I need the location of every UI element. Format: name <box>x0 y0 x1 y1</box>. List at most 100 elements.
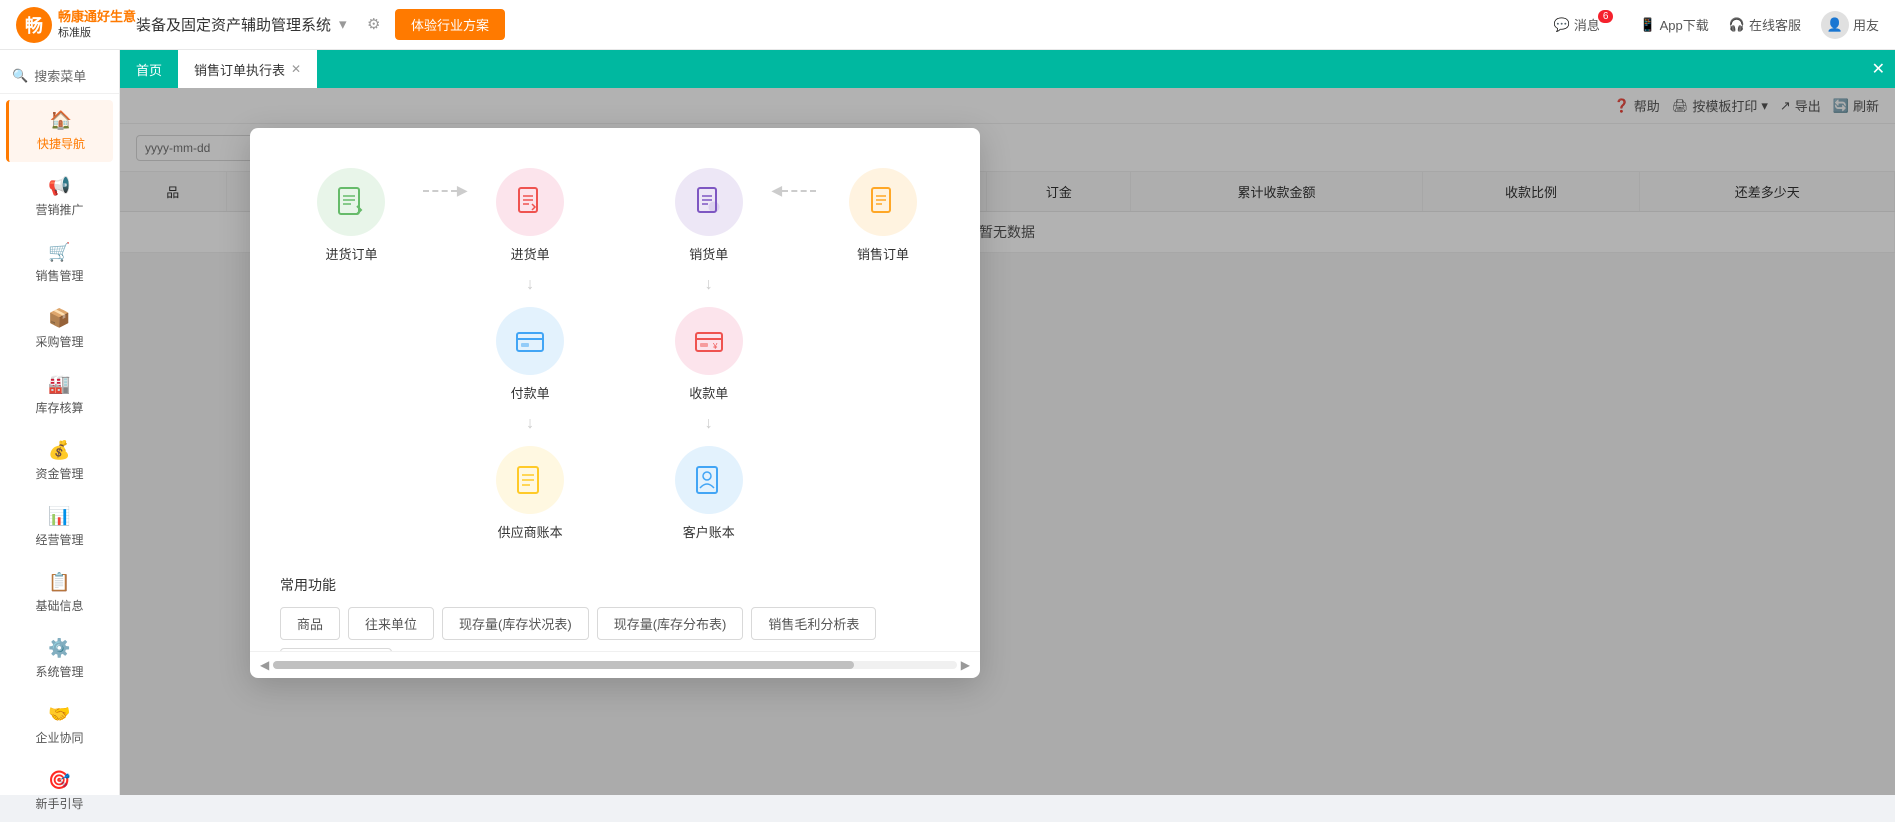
search-menu[interactable]: 🔍 搜索菜单 <box>0 58 119 94</box>
sidebar-item-label: 库存核算 <box>35 399 83 416</box>
sidebar-item-inventory[interactable]: 🏭 库存核算 <box>6 364 113 426</box>
tab-bar: 首页 销售订单执行表 ✕ ✕ <box>120 50 1895 88</box>
flow-node-purchase-bill[interactable]: 进货单 <box>496 168 564 263</box>
sidebar-item-label: 快捷导航 <box>37 135 85 152</box>
overlay: 进货订单 ▶ <box>120 88 1895 795</box>
purchase-icon: 📦 <box>48 308 70 329</box>
sidebar-item-label: 新手引导 <box>35 795 83 812</box>
flow-node-payment[interactable]: 付款单 <box>496 307 564 402</box>
arrow-purchase-order-to-purchase-bill: ▶ <box>423 182 468 199</box>
sidebar-item-label: 营销推广 <box>35 201 83 218</box>
popup-content: 进货订单 ▶ <box>250 128 980 651</box>
sidebar-item-basic[interactable]: 📋 基础信息 <box>6 562 113 624</box>
online-service-button[interactable]: 🎧 在线客服 <box>1729 15 1801 34</box>
tab-close-icon[interactable]: ✕ <box>291 62 301 76</box>
marketing-icon: 📢 <box>48 176 70 197</box>
flow-col-4: 销售订单 <box>816 158 950 273</box>
customer-ledger-circle <box>675 446 743 514</box>
common-functions-title: 常用功能 <box>280 575 950 595</box>
tab-home[interactable]: 首页 <box>120 50 178 88</box>
flow-node-supplier-ledger[interactable]: 供应商账本 <box>496 446 564 541</box>
sidebar-item-purchase[interactable]: 📦 采购管理 <box>6 298 113 360</box>
func-btn-product[interactable]: 商品 <box>280 607 340 640</box>
home-icon: 🏠 <box>50 110 72 131</box>
experience-button[interactable]: 体验行业方案 <box>395 9 505 40</box>
dropdown-icon[interactable]: ▾ <box>339 15 359 35</box>
logo-area: 畅 畅康通好生意 标准版 <box>16 7 136 43</box>
tab-sales-order[interactable]: 销售订单执行表 ✕ <box>178 50 317 88</box>
arrow-down-3: ↓ <box>705 277 713 293</box>
logo-icon: 畅 <box>16 7 52 43</box>
sidebar-item-label: 基础信息 <box>35 597 83 614</box>
app-download-button[interactable]: 📱 App下载 <box>1639 15 1708 34</box>
avatar: 👤 <box>1821 11 1849 39</box>
sidebar-item-operations[interactable]: 📊 经营管理 <box>6 496 113 558</box>
content-area: 首页 销售订单执行表 ✕ ✕ ❓ 帮助 🖨 按模板打印 ▾ <box>120 50 1895 795</box>
func-btn-sales-analysis[interactable]: 销售毛利分析表 <box>751 607 876 640</box>
popup: 进货订单 ▶ <box>250 128 980 678</box>
popup-scrollbar[interactable]: ◀ ▶ <box>250 651 980 678</box>
flow-node-sales-order[interactable]: 销售订单 <box>849 168 917 263</box>
flow-node-receipt[interactable]: ¥ 收款单 <box>675 307 743 402</box>
func-btn-partners[interactable]: 往来单位 <box>348 607 434 640</box>
arrow-down-1: ↓ <box>526 277 534 293</box>
sidebar-item-system[interactable]: ⚙️ 系统管理 <box>6 628 113 690</box>
receipt-circle: ¥ <box>675 307 743 375</box>
sidebar-item-label: 经营管理 <box>35 531 83 548</box>
arrow-sales-order-to-sales-bill: ◀ <box>771 182 816 199</box>
arrow-down-4: ↓ <box>705 416 713 432</box>
operations-icon: 📊 <box>48 506 70 527</box>
flow-col-1: 进货订单 <box>280 158 423 273</box>
sidebar-item-label: 采购管理 <box>35 333 83 350</box>
sidebar-item-label: 系统管理 <box>35 663 83 680</box>
flow-node-purchase-order[interactable]: 进货订单 <box>317 168 385 263</box>
basic-icon: 📋 <box>48 572 70 593</box>
scroll-thumb <box>273 661 854 669</box>
func-buttons-row1: 商品 往来单位 现存量(库存状况表) 现存量(库存分布表) 销售毛利分析表 商品… <box>280 607 950 651</box>
sidebar-item-label: 资金管理 <box>35 465 83 482</box>
top-header: 畅 畅康通好生意 标准版 装备及固定资产辅助管理系统 ▾ ⚙ 体验行业方案 💬 … <box>0 0 1895 50</box>
scroll-left-icon[interactable]: ◀ <box>260 658 269 672</box>
header-right: 💬 消息 6 📱 App下载 🎧 在线客服 👤 用友 <box>1554 11 1879 39</box>
func-btn-stock-status[interactable]: 现存量(库存状况表) <box>442 607 589 640</box>
scroll-track[interactable] <box>273 661 957 669</box>
sidebar-item-quick[interactable]: 🏠 快捷导航 <box>6 100 113 162</box>
sidebar-item-marketing[interactable]: 📢 营销推广 <box>6 166 113 228</box>
sidebar-item-label: 销售管理 <box>35 267 83 284</box>
sidebar-item-finance[interactable]: 💰 资金管理 <box>6 430 113 492</box>
sales-order-circle <box>849 168 917 236</box>
sales-bill-circle <box>675 168 743 236</box>
flow-diagram: 进货订单 ▶ <box>280 158 950 551</box>
common-functions: 常用功能 商品 往来单位 现存量(库存状况表) 现存量(库存分布表) 销售毛利分… <box>280 575 950 651</box>
flow-node-customer-ledger[interactable]: 客户账本 <box>675 446 743 541</box>
logo-text: 畅康通好生意 标准版 <box>58 9 136 40</box>
search-icon: 🔍 <box>12 68 28 84</box>
purchase-order-circle <box>317 168 385 236</box>
guide-icon: 🎯 <box>48 770 70 791</box>
sidebar-item-collab[interactable]: 🤝 企业协同 <box>6 694 113 756</box>
func-btn-stock-dist[interactable]: 现存量(库存分布表) <box>597 607 744 640</box>
svg-text:¥: ¥ <box>712 342 718 351</box>
payment-circle <box>496 307 564 375</box>
sidebar-item-guide[interactable]: 🎯 新手引导 <box>6 760 113 822</box>
finance-icon: 💰 <box>48 440 70 461</box>
arrow-down-2: ↓ <box>526 416 534 432</box>
download-icon: 📱 <box>1639 17 1655 33</box>
scroll-right-icon[interactable]: ▶ <box>961 658 970 672</box>
sidebar-item-label: 企业协同 <box>35 729 83 746</box>
collab-icon: 🤝 <box>48 704 70 725</box>
service-icon: 🎧 <box>1729 17 1745 33</box>
flow-node-sales-bill[interactable]: 销货单 <box>675 168 743 263</box>
user-menu[interactable]: 👤 用友 <box>1821 11 1879 39</box>
sidebar-item-sales[interactable]: 🛒 销售管理 <box>6 232 113 294</box>
gear-icon[interactable]: ⚙ <box>367 15 387 35</box>
message-icon: 💬 <box>1554 17 1570 33</box>
flow-col-3: 销货单 ↓ ¥ 收款单 ↓ <box>646 158 771 551</box>
system-icon: ⚙️ <box>48 638 70 659</box>
tab-close-all[interactable]: ✕ <box>1872 59 1895 79</box>
main-layout: 🔍 搜索菜单 🏠 快捷导航 📢 营销推广 🛒 销售管理 📦 采购管理 🏭 库存核… <box>0 50 1895 795</box>
supplier-ledger-circle <box>496 446 564 514</box>
message-button[interactable]: 💬 消息 6 <box>1554 15 1620 34</box>
sidebar: 🔍 搜索菜单 🏠 快捷导航 📢 营销推广 🛒 销售管理 📦 采购管理 🏭 库存核… <box>0 50 120 795</box>
inventory-icon: 🏭 <box>48 374 70 395</box>
